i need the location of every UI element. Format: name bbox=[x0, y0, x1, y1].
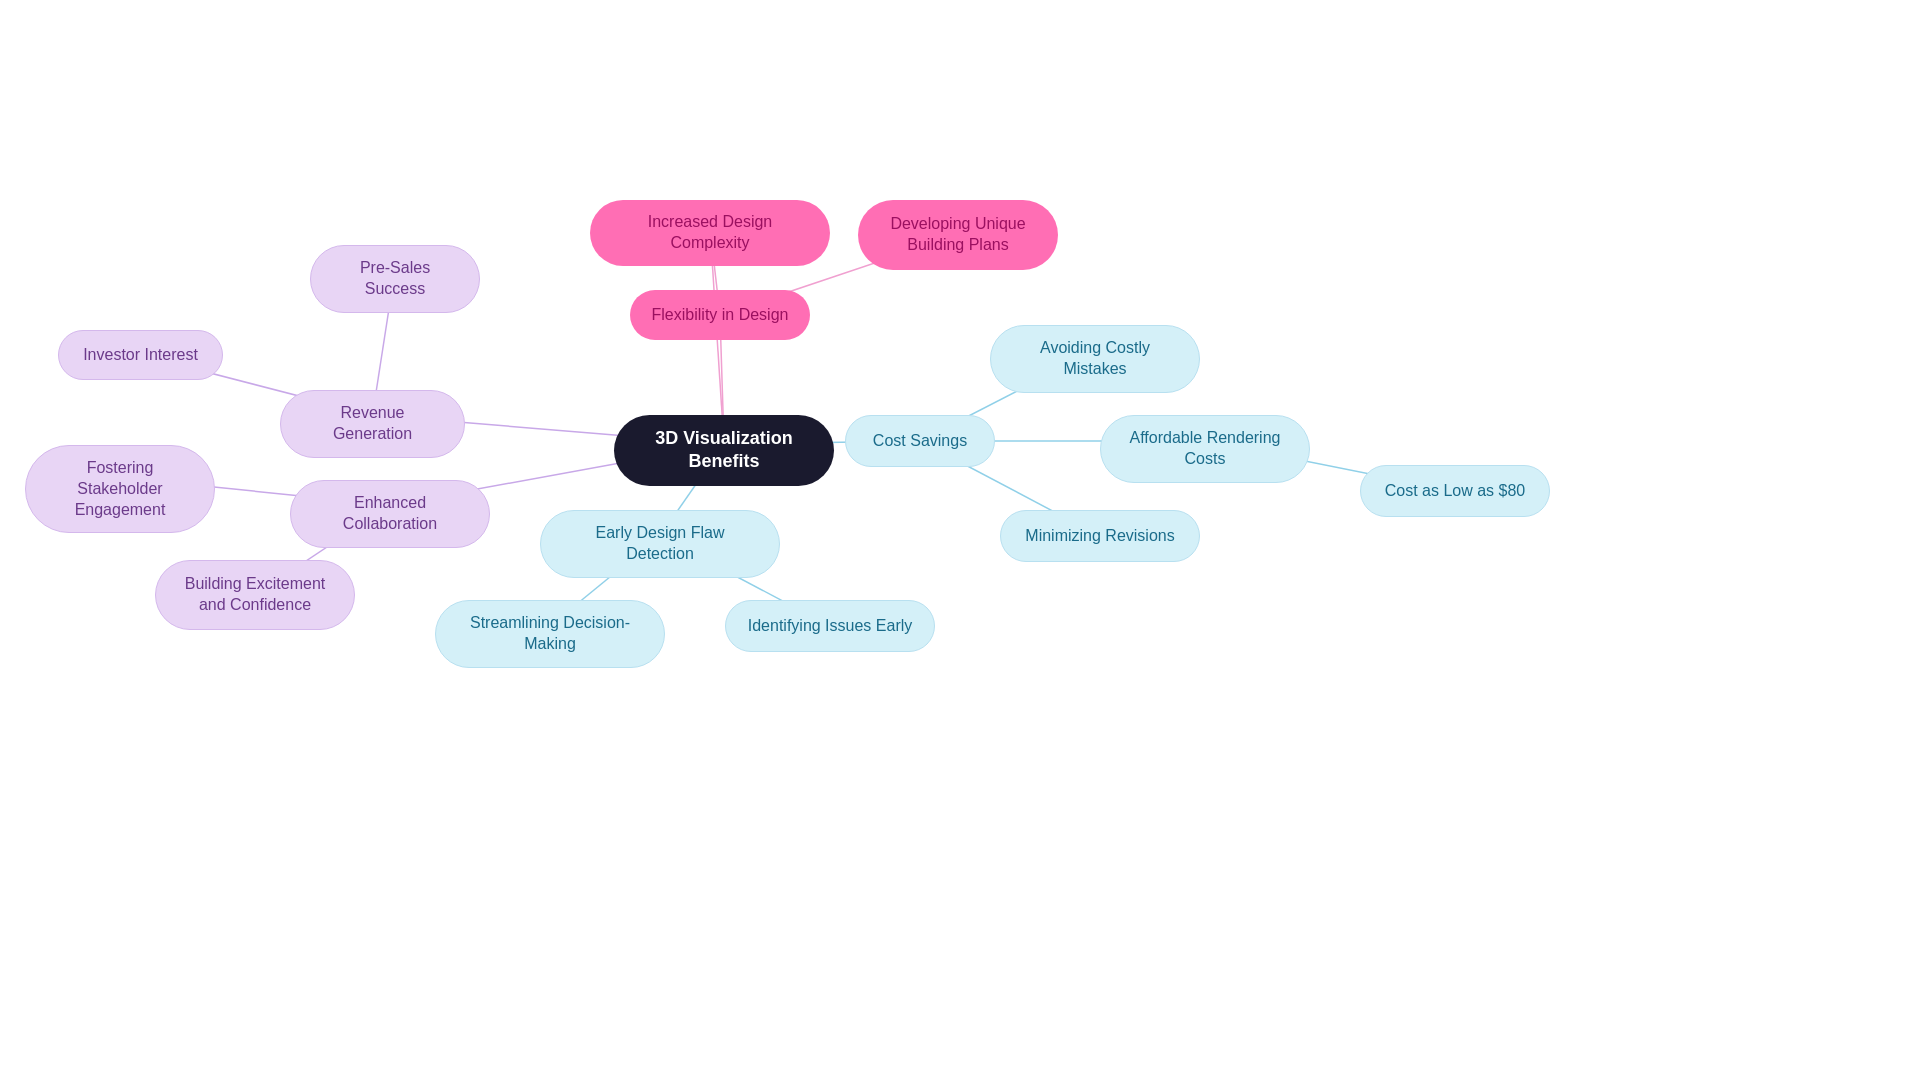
node-label-affordable-rendering-costs: Affordable Rendering Costs bbox=[1121, 428, 1289, 470]
node-label-building-excitement-confidence: Building Excitement and Confidence bbox=[176, 574, 334, 616]
node-identifying-issues-early: Identifying Issues Early bbox=[725, 600, 935, 652]
node-label-flexibility-in-design: Flexibility in Design bbox=[652, 305, 789, 326]
node-early-design-flaw-detection: Early Design Flaw Detection bbox=[540, 510, 780, 578]
node-label-increased-design-complexity: Increased Design Complexity bbox=[610, 212, 810, 254]
node-affordable-rendering-costs: Affordable Rendering Costs bbox=[1100, 415, 1310, 483]
node-streamlining-decision-making: Streamlining Decision-Making bbox=[435, 600, 665, 668]
node-label-avoiding-costly-mistakes: Avoiding Costly Mistakes bbox=[1011, 338, 1179, 380]
connections-svg bbox=[0, 0, 1920, 1083]
node-avoiding-costly-mistakes: Avoiding Costly Mistakes bbox=[990, 325, 1200, 393]
node-label-developing-unique-building-plans: Developing Unique Building Plans bbox=[878, 214, 1038, 256]
node-label-streamlining-decision-making: Streamlining Decision-Making bbox=[456, 613, 644, 655]
mind-map: 3D Visualization Benefits Increased Desig… bbox=[0, 0, 1920, 1083]
node-label-enhanced-collaboration: Enhanced Collaboration bbox=[311, 493, 469, 535]
node-minimizing-revisions: Minimizing Revisions bbox=[1000, 510, 1200, 562]
node-revenue-generation: Revenue Generation bbox=[280, 390, 465, 458]
node-cost-as-low-as-80: Cost as Low as $80 bbox=[1360, 465, 1550, 517]
node-pre-sales-success: Pre-Sales Success bbox=[310, 245, 480, 313]
node-center: 3D Visualization Benefits bbox=[614, 415, 834, 486]
node-developing-unique-building-plans: Developing Unique Building Plans bbox=[858, 200, 1058, 270]
node-label-early-design-flaw-detection: Early Design Flaw Detection bbox=[561, 523, 759, 565]
node-cost-savings: Cost Savings bbox=[845, 415, 995, 467]
node-label-revenue-generation: Revenue Generation bbox=[301, 403, 444, 445]
node-label-fostering-stakeholder-engagement: Fostering Stakeholder Engagement bbox=[46, 458, 194, 520]
node-enhanced-collaboration: Enhanced Collaboration bbox=[290, 480, 490, 548]
node-increased-design-complexity: Increased Design Complexity bbox=[590, 200, 830, 266]
node-flexibility-in-design: Flexibility in Design bbox=[630, 290, 810, 340]
node-label-minimizing-revisions: Minimizing Revisions bbox=[1025, 526, 1174, 547]
node-label-center: 3D Visualization Benefits bbox=[634, 427, 814, 474]
node-fostering-stakeholder-engagement: Fostering Stakeholder Engagement bbox=[25, 445, 215, 533]
node-building-excitement-confidence: Building Excitement and Confidence bbox=[155, 560, 355, 630]
node-label-cost-savings: Cost Savings bbox=[873, 431, 967, 452]
node-label-pre-sales-success: Pre-Sales Success bbox=[331, 258, 459, 300]
node-label-investor-interest: Investor Interest bbox=[83, 345, 198, 366]
node-investor-interest: Investor Interest bbox=[58, 330, 223, 380]
node-label-cost-as-low-as-80: Cost as Low as $80 bbox=[1385, 481, 1526, 502]
node-label-identifying-issues-early: Identifying Issues Early bbox=[748, 616, 913, 637]
